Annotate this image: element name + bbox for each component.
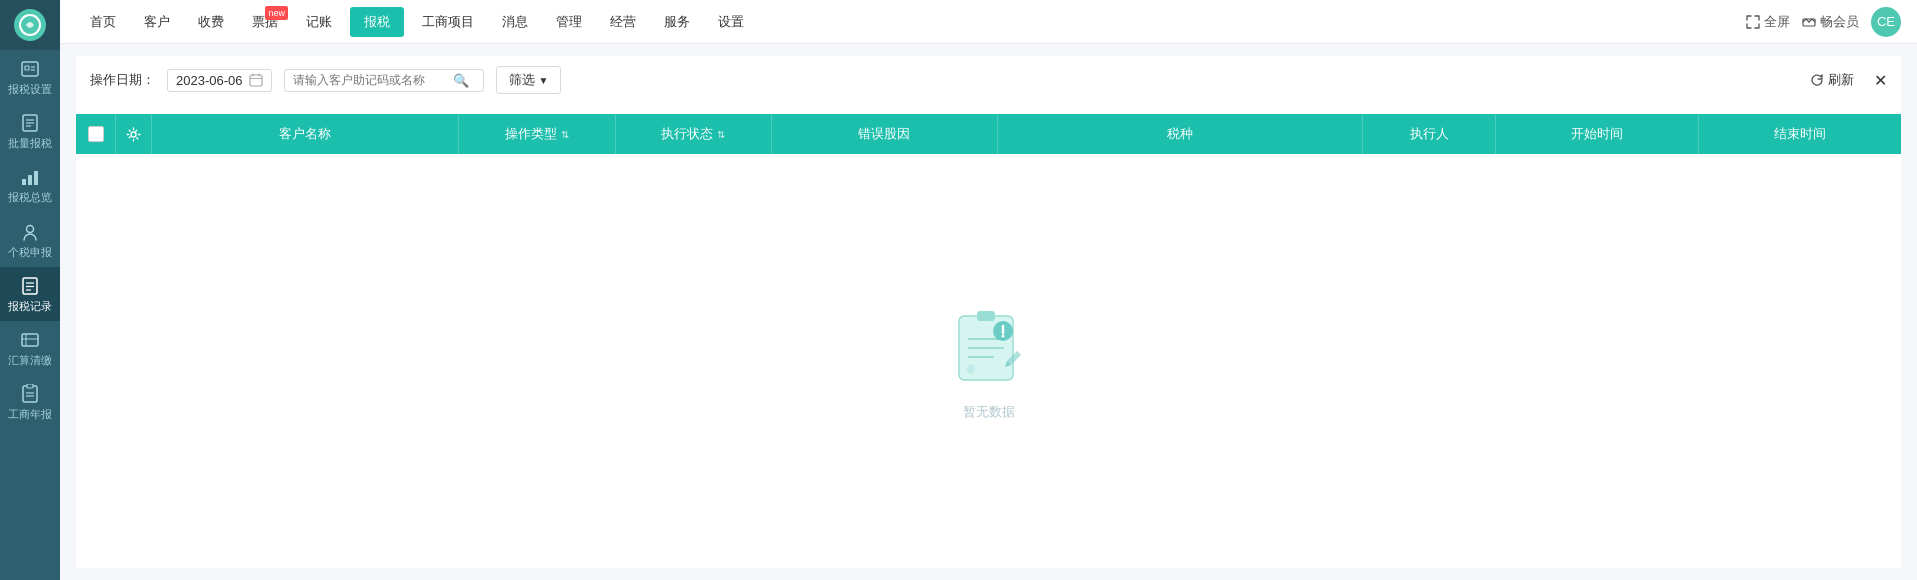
sidebar-item-baoshui-zonglian-label: 报税总览 (8, 191, 52, 204)
nav-item-shoufei[interactable]: 收费 (184, 0, 238, 44)
fullscreen-icon (1746, 15, 1760, 29)
sidebar-item-piliang-baoshui-label: 批量报税 (8, 137, 52, 150)
svg-rect-9 (22, 179, 26, 185)
svg-rect-1 (22, 62, 38, 76)
piaoju-new-badge: new (265, 6, 288, 20)
sidebar-item-piliang-baoshui[interactable]: 批量报税 (0, 104, 60, 158)
geshuishenbao-icon (19, 221, 41, 243)
date-picker[interactable]: 2023-06-06 (167, 69, 272, 92)
table-body: 暂无数据 (76, 154, 1901, 568)
svg-rect-2 (25, 66, 29, 70)
svg-point-12 (27, 225, 34, 232)
sidebar-item-geshuishenbao-label: 个税申报 (8, 246, 52, 259)
content-area: 操作日期： 2023-06-06 🔍 筛选 ▼ (60, 44, 1917, 580)
vip-btn[interactable]: 畅会员 (1802, 13, 1859, 31)
search-icon[interactable]: 🔍 (453, 73, 469, 88)
svg-point-38 (967, 364, 975, 374)
refresh-icon (1810, 73, 1824, 87)
baoshui-jilu-icon (19, 275, 41, 297)
sidebar-item-geshuishenbao[interactable]: 个税申报 (0, 213, 60, 267)
svg-rect-10 (28, 175, 32, 185)
th-status[interactable]: 执行状态 ⇅ (616, 114, 772, 154)
th-executor: 执行人 (1363, 114, 1496, 154)
sidebar-item-huisuan-qingchu-label: 汇算清缴 (8, 354, 52, 367)
sidebar-item-baoshui-jilu-label: 报税记录 (8, 300, 52, 313)
nav-item-guanli[interactable]: 管理 (542, 0, 596, 44)
th-op-type[interactable]: 操作类型 ⇅ (459, 114, 615, 154)
sidebar-item-baoshui-zonglian[interactable]: 报税总览 (0, 158, 60, 212)
sidebar-item-baoshui-shezhi-label: 报税设置 (8, 83, 52, 96)
nav-right: 全屏 畅会员 CE (1746, 7, 1901, 37)
svg-rect-17 (22, 334, 38, 346)
empty-state: 暂无数据 (76, 154, 1901, 568)
svg-rect-11 (34, 171, 38, 185)
th-tax: 税种 (998, 114, 1363, 154)
svg-rect-31 (977, 311, 995, 321)
filter-button[interactable]: 筛选 ▼ (496, 66, 562, 94)
th-start-time: 开始时间 (1496, 114, 1699, 154)
huisuan-qingchu-icon (19, 329, 41, 351)
avatar[interactable]: CE (1871, 7, 1901, 37)
sidebar: 报税设置 批量报税 报税总览 (0, 0, 60, 580)
th-error: 错误股因 (772, 114, 998, 154)
close-button[interactable]: ✕ (1874, 71, 1887, 90)
svg-point-37 (1001, 335, 1004, 338)
calendar-icon (249, 73, 263, 87)
svg-rect-21 (27, 384, 33, 388)
nav-item-jizhang[interactable]: 记账 (292, 0, 346, 44)
sidebar-item-gongshang-nianbao-label: 工商年报 (8, 408, 52, 421)
search-input[interactable] (293, 73, 453, 87)
vip-icon (1802, 15, 1816, 29)
table-container: 操作日期： 2023-06-06 🔍 筛选 ▼ (76, 56, 1901, 568)
table-header: 客户名称 操作类型 ⇅ 执行状态 ⇅ 错误股因 税种 执行人 (76, 114, 1901, 154)
th-customer-name: 客户名称 (152, 114, 459, 154)
nav-item-jingying[interactable]: 经营 (596, 0, 650, 44)
op-type-sort-icon: ⇅ (561, 129, 569, 140)
gear-icon (126, 127, 141, 142)
sidebar-logo (0, 0, 60, 50)
logo-icon (14, 9, 46, 41)
chevron-down-icon: ▼ (539, 75, 549, 86)
refresh-button[interactable]: 刷新 (1810, 71, 1854, 89)
baoshui-zonglian-icon (19, 166, 41, 188)
filter-bar: 操作日期： 2023-06-06 🔍 筛选 ▼ (76, 56, 1901, 104)
sidebar-item-baoshui-jilu[interactable]: 报税记录 (0, 267, 60, 321)
baoshui-shezhi-icon (19, 58, 41, 80)
svg-point-29 (131, 132, 136, 137)
nav-item-shezhi[interactable]: 设置 (704, 0, 758, 44)
fullscreen-btn[interactable]: 全屏 (1746, 13, 1790, 31)
header-checkbox[interactable] (88, 126, 104, 142)
top-nav: 首页 客户 收费 票据 new 记账 报税 工商项目 消息 (60, 0, 1917, 44)
sidebar-item-huisuan-qingchu[interactable]: 汇算清缴 (0, 321, 60, 375)
th-checkbox[interactable] (76, 114, 116, 154)
th-end-time: 结束时间 (1699, 114, 1901, 154)
nav-item-customer[interactable]: 客户 (130, 0, 184, 44)
sidebar-item-gongshang-nianbao[interactable]: 工商年报 (0, 375, 60, 429)
empty-illustration (949, 301, 1029, 391)
gongshang-nianbao-icon (19, 383, 41, 405)
search-wrap[interactable]: 🔍 (284, 69, 484, 92)
empty-text: 暂无数据 (963, 403, 1015, 421)
svg-rect-25 (250, 75, 262, 86)
main-area: 首页 客户 收费 票据 new 记账 报税 工商项目 消息 (60, 0, 1917, 580)
date-label: 操作日期： (90, 71, 155, 89)
nav-items: 首页 客户 收费 票据 new 记账 报税 工商项目 消息 (76, 0, 1746, 44)
nav-item-fuwu[interactable]: 服务 (650, 0, 704, 44)
nav-item-baoshui[interactable]: 报税 (350, 7, 404, 37)
sidebar-item-baoshui-shezhi[interactable]: 报税设置 (0, 50, 60, 104)
nav-item-piaoju[interactable]: 票据 new (238, 0, 292, 44)
th-gear[interactable] (116, 114, 152, 154)
status-sort-icon: ⇅ (717, 129, 725, 140)
date-value: 2023-06-06 (176, 73, 243, 88)
nav-item-xiaoxi[interactable]: 消息 (488, 0, 542, 44)
piliang-baoshui-icon (19, 112, 41, 134)
nav-item-gongshang-xiangmu[interactable]: 工商项目 (408, 0, 488, 44)
nav-item-home[interactable]: 首页 (76, 0, 130, 44)
